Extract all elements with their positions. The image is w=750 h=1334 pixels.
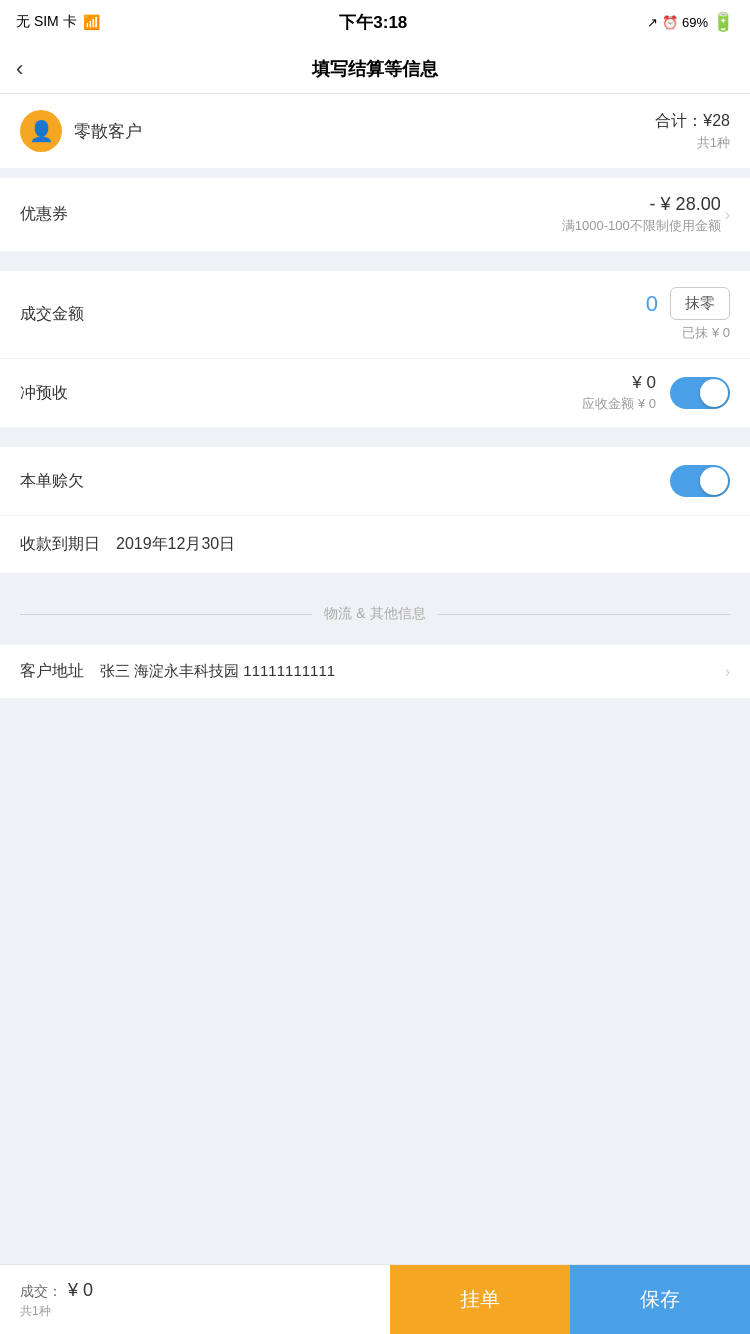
due-date-value[interactable]: 2019年12月30日 (116, 534, 235, 555)
bottom-transaction-row: 成交： ¥ 0 (20, 1280, 370, 1301)
title-line-right (438, 614, 730, 615)
bottom-spacer (0, 708, 750, 788)
coupon-label: 优惠券 (20, 204, 68, 225)
customer-row: 👤 零散客户 合计：¥28 共1种 (0, 94, 750, 168)
coupon-row[interactable]: 优惠券 - ¥ 28.00 满1000-100不限制使用金额 › (0, 178, 750, 251)
round-off-button[interactable]: 抹零 (670, 287, 730, 320)
transaction-row: 成交金额 0 抹零 已抹 ¥ 0 (0, 271, 750, 359)
coupon-section: 优惠券 - ¥ 28.00 满1000-100不限制使用金额 › (0, 178, 750, 251)
transaction-value-block: 0 抹零 已抹 ¥ 0 (646, 287, 730, 342)
bottom-bar: 成交： ¥ 0 共1种 挂单 保存 (0, 1264, 750, 1334)
address-value: 张三 海淀永丰科技园 11111111111 (100, 662, 721, 681)
title-line-left (20, 614, 312, 615)
save-button[interactable]: 保存 (570, 1265, 750, 1335)
alarm-icon: ⏰ (662, 15, 678, 30)
toggle-knob (700, 379, 728, 407)
debt-section: 本单赊欠 收款到期日 2019年12月30日 (0, 447, 750, 573)
debt-label: 本单赊欠 (20, 471, 84, 492)
debt-row: 本单赊欠 (0, 447, 750, 515)
avatar: 👤 (20, 110, 62, 152)
address-chevron-icon: › (725, 663, 730, 681)
address-row[interactable]: 客户地址 张三 海淀永丰科技园 11111111111 › (0, 645, 750, 698)
transaction-label: 成交金额 (20, 304, 84, 325)
transaction-value[interactable]: 0 (646, 291, 658, 317)
logistics-section-title-row: 物流 & 其他信息 (0, 593, 750, 635)
transaction-section: 成交金额 0 抹零 已抹 ¥ 0 冲预收 ¥ 0 应收金额 ¥ 0 (0, 271, 750, 427)
bottom-count: 共1种 (20, 1303, 370, 1320)
page-title: 填写结算等信息 (312, 57, 438, 81)
status-left: 无 SIM 卡 📶 (16, 13, 100, 31)
coupon-value-block: - ¥ 28.00 满1000-100不限制使用金额 › (562, 194, 730, 235)
customer-section: 👤 零散客户 合计：¥28 共1种 (0, 94, 750, 168)
coupon-chevron-icon: › (725, 206, 730, 224)
address-label: 客户地址 (20, 661, 84, 682)
status-right: ↗ ⏰ 69% 🔋 (647, 11, 734, 33)
prepayment-values: ¥ 0 应收金额 ¥ 0 (582, 373, 656, 413)
bottom-transaction-amount: ¥ 0 (68, 1280, 93, 1301)
prepayment-label: 冲预收 (20, 383, 68, 404)
already-zero-label: 已抹 ¥ 0 (682, 324, 730, 342)
battery-label: 69% (682, 15, 708, 30)
location-icon: ↗ (647, 15, 658, 30)
customer-name: 零散客户 (74, 120, 142, 143)
logistics-title: 物流 & 其他信息 (312, 605, 437, 623)
due-date-label: 收款到期日 (20, 534, 100, 555)
bottom-transaction-label: 成交： (20, 1283, 62, 1301)
bottom-summary: 成交： ¥ 0 共1种 (0, 1280, 390, 1320)
prepayment-receivable: 应收金额 ¥ 0 (582, 395, 656, 413)
divider-2 (0, 437, 750, 447)
customer-total-block: 合计：¥28 共1种 (655, 111, 730, 152)
status-time: 下午3:18 (339, 11, 407, 34)
divider-1 (0, 261, 750, 271)
prepayment-right: ¥ 0 应收金额 ¥ 0 (582, 373, 730, 413)
debt-toggle-knob (700, 467, 728, 495)
avatar-icon: 👤 (29, 119, 54, 143)
coupon-amount: - ¥ 28.00 (650, 194, 721, 215)
sim-label: 无 SIM 卡 (16, 13, 77, 31)
coupon-details: - ¥ 28.00 满1000-100不限制使用金额 (562, 194, 721, 235)
battery-icon: 🔋 (712, 11, 734, 33)
wifi-icon: 📶 (83, 14, 100, 30)
prepayment-toggle[interactable] (670, 377, 730, 409)
customer-info: 👤 零散客户 (20, 110, 142, 152)
customer-total: 合计：¥28 (655, 111, 730, 132)
prepayment-row: 冲预收 ¥ 0 应收金额 ¥ 0 (0, 359, 750, 427)
transaction-input-row: 0 抹零 (646, 287, 730, 320)
debt-toggle[interactable] (670, 465, 730, 497)
customer-count: 共1种 (655, 134, 730, 152)
guadan-button[interactable]: 挂单 (390, 1265, 570, 1335)
prepayment-amount: ¥ 0 (582, 373, 656, 393)
due-date-row: 收款到期日 2019年12月30日 (0, 515, 750, 573)
status-bar: 无 SIM 卡 📶 下午3:18 ↗ ⏰ 69% 🔋 (0, 0, 750, 44)
back-button[interactable]: ‹ (16, 56, 23, 82)
nav-bar: ‹ 填写结算等信息 (0, 44, 750, 94)
divider-4 (0, 635, 750, 645)
coupon-desc: 满1000-100不限制使用金额 (562, 217, 721, 235)
address-section: 客户地址 张三 海淀永丰科技园 11111111111 › (0, 645, 750, 698)
divider-3 (0, 583, 750, 593)
